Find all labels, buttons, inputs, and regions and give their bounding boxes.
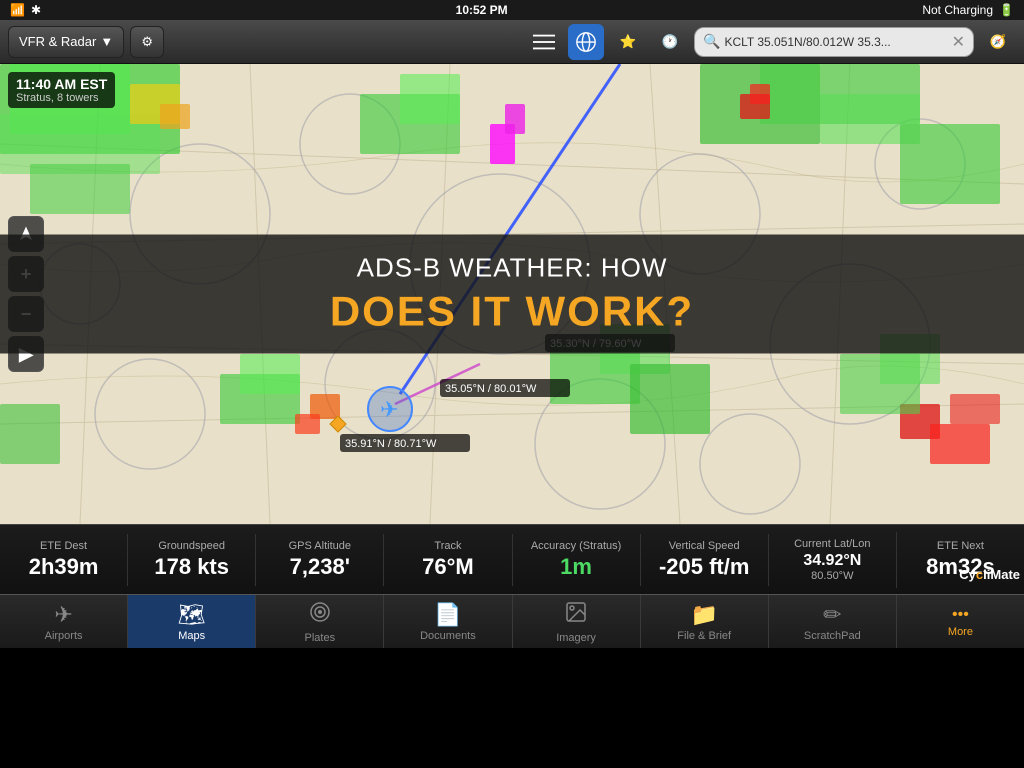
signal-icon: ✱ — [31, 3, 41, 17]
accuracy-value: 1m — [517, 554, 636, 580]
ete-dest-label: ETE Dest — [4, 540, 123, 552]
more-icon: ••• — [952, 606, 969, 624]
clear-search-button[interactable]: ✕ — [952, 32, 965, 52]
map-time: 11:40 AM EST — [16, 76, 107, 92]
nav-file-brief[interactable]: 📁 File & Brief — [641, 595, 769, 648]
scratchpad-icon: ✏ — [823, 602, 841, 628]
ete-dest-value: 2h39m — [4, 554, 123, 580]
scratchpad-label: ScratchPad — [804, 630, 861, 642]
gps-alt-value: 7,238' — [260, 554, 379, 580]
nav-plates[interactable]: Plates — [256, 595, 384, 648]
latlon-label: Current Lat/Lon — [773, 538, 892, 550]
latlon-value: 34.92°N — [773, 552, 892, 570]
map-area: ✈ 35.30°N / 79.60°W 35.05°N / 80.01°W 35… — [0, 64, 1024, 524]
search-bar[interactable]: 🔍 ✕ — [694, 27, 974, 57]
brand-accent: c — [976, 567, 983, 582]
svg-text:35.05°N / 80.01°W: 35.05°N / 80.01°W — [445, 383, 537, 395]
nav-airports[interactable]: ✈ Airports — [0, 595, 128, 648]
track-value: 76°M — [388, 554, 507, 580]
gps-alt-label: GPS Altitude — [260, 540, 379, 552]
documents-label: Documents — [420, 630, 476, 642]
track-cell: Track 76°M — [384, 534, 512, 586]
airports-icon: ✈ — [54, 602, 72, 628]
dropdown-icon: ▼ — [100, 34, 113, 49]
file-brief-label: File & Brief — [677, 630, 731, 642]
globe-button[interactable] — [568, 24, 604, 60]
documents-icon: 📄 — [434, 602, 461, 628]
ete-next-cell: ETE Next 8m32s CycliMate — [897, 534, 1024, 586]
groundspeed-value: 178 kts — [132, 554, 251, 580]
time-badge: 11:40 AM EST Stratus, 8 towers — [8, 72, 115, 108]
vspeed-label: Vertical Speed — [645, 540, 764, 552]
battery-label: Not Charging — [922, 3, 993, 17]
vspeed-value: -205 ft/m — [645, 554, 764, 580]
settings-button[interactable]: ⚙ — [130, 26, 164, 58]
airports-label: Airports — [45, 630, 83, 642]
nav-maps[interactable]: 🗺 Maps — [128, 595, 256, 648]
overlay-banner: ADS-B WEATHER: HOW DOES IT WORK? — [0, 235, 1024, 354]
wifi-icon: 📶 — [10, 3, 25, 17]
ete-next-label: ETE Next — [901, 540, 1020, 552]
compass-button[interactable]: 🧭 — [980, 24, 1016, 60]
banner-subtitle: ADS-B WEATHER: HOW — [0, 253, 1024, 284]
status-left: 📶 ✱ — [10, 3, 41, 17]
search-input[interactable] — [724, 35, 947, 49]
maps-icon: 🗺 — [178, 602, 206, 628]
accuracy-label: Accuracy (Stratus) — [517, 540, 636, 552]
imagery-icon — [564, 600, 588, 630]
plates-icon — [308, 600, 332, 630]
track-label: Track — [388, 540, 507, 552]
nav-more[interactable]: ••• More — [897, 595, 1024, 648]
latlon-value2: 80.50°W — [773, 570, 892, 582]
layers-button[interactable] — [526, 24, 562, 60]
gps-alt-cell: GPS Altitude 7,238' — [256, 534, 384, 586]
toolbar: VFR & Radar ▼ ⚙ ⭐ 🕐 🔍 ✕ 🧭 — [0, 20, 1024, 64]
groundspeed-cell: Groundspeed 178 kts — [128, 534, 256, 586]
plates-label: Plates — [305, 632, 336, 644]
nav-scratchpad[interactable]: ✏ ScratchPad — [769, 595, 897, 648]
nav-documents[interactable]: 📄 Documents — [384, 595, 512, 648]
vspeed-cell: Vertical Speed -205 ft/m — [641, 534, 769, 586]
search-icon: 🔍 — [703, 33, 720, 50]
imagery-label: Imagery — [556, 632, 596, 644]
latlon-cell: Current Lat/Lon 34.92°N 80.50°W — [769, 532, 897, 588]
status-bar: 📶 ✱ 10:52 PM Not Charging 🔋 — [0, 0, 1024, 20]
status-right: Not Charging 🔋 — [922, 3, 1014, 17]
banner-title: DOES IT WORK? — [0, 288, 1024, 336]
battery-icon: 🔋 — [999, 3, 1014, 17]
data-bar: ETE Dest 2h39m Groundspeed 178 kts GPS A… — [0, 524, 1024, 594]
ete-dest-cell: ETE Dest 2h39m — [0, 534, 128, 586]
nav-imagery[interactable]: Imagery — [513, 595, 641, 648]
more-label: More — [948, 626, 973, 638]
map-mode-button[interactable]: VFR & Radar ▼ — [8, 26, 124, 58]
groundspeed-label: Groundspeed — [132, 540, 251, 552]
bottom-nav: ✈ Airports 🗺 Maps Plates 📄 Documents Ima… — [0, 594, 1024, 648]
favorites-button[interactable]: ⭐ — [610, 24, 646, 60]
maps-label: Maps — [178, 630, 205, 642]
svg-text:✈: ✈ — [380, 397, 398, 422]
map-sublabel: Stratus, 8 towers — [16, 92, 107, 104]
svg-text:35.91°N / 80.71°W: 35.91°N / 80.71°W — [345, 438, 437, 450]
map-mode-label: VFR & Radar — [19, 34, 96, 49]
file-brief-icon: 📁 — [690, 602, 717, 628]
status-time: 10:52 PM — [456, 3, 508, 17]
accuracy-cell: Accuracy (Stratus) 1m — [513, 534, 641, 586]
history-button[interactable]: 🕐 — [652, 24, 688, 60]
